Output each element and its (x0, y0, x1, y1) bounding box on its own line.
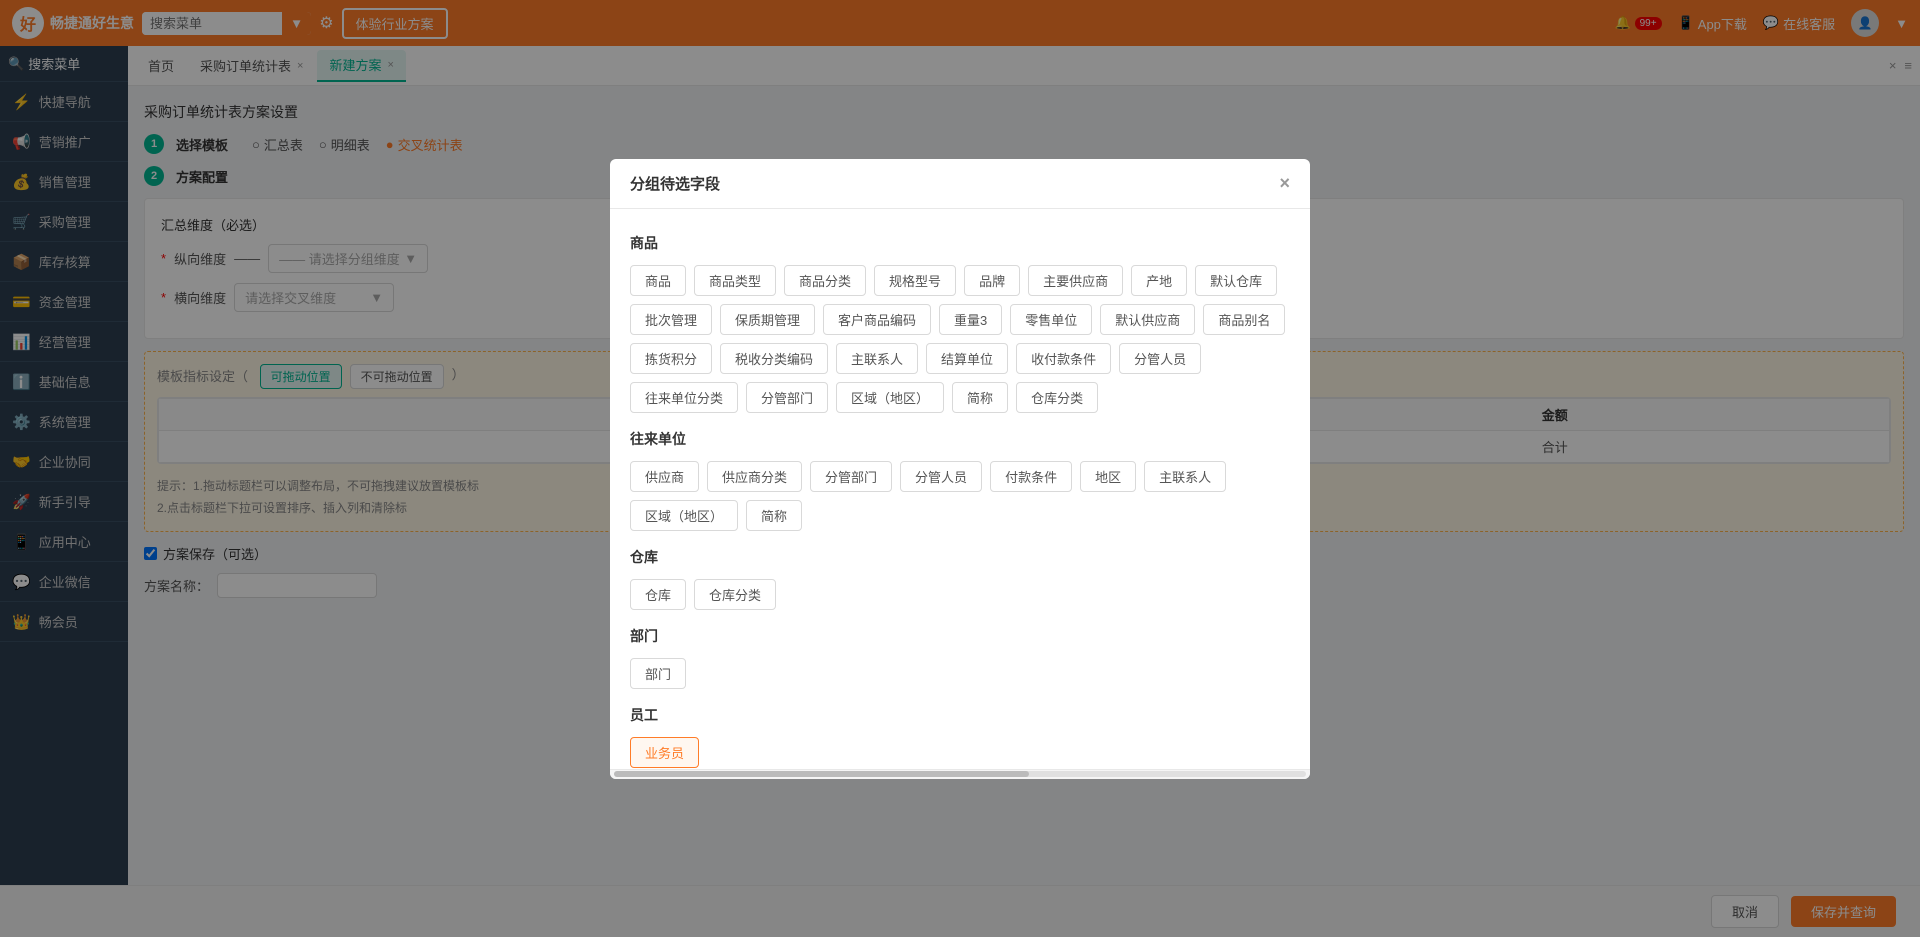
wanglai-fields: 供应商 供应商分类 分管部门 分管人员 付款条件 地区 主联系人 区域（地区） … (630, 461, 1290, 531)
field-moren-cangku[interactable]: 默认仓库 (1195, 265, 1277, 296)
section-yuangong-title: 员工 (630, 705, 1290, 725)
field-zhuyao-gongyingshang[interactable]: 主要供应商 (1028, 265, 1123, 296)
field-bumen[interactable]: 部门 (630, 658, 686, 689)
modal: 分组待选字段 × 商品 商品 商品类型 商品分类 规格型号 品牌 主要供应商 产… (610, 159, 1310, 779)
field-wanglai-fenguan-bumen[interactable]: 分管部门 (810, 461, 892, 492)
field-pinpai[interactable]: 品牌 (964, 265, 1020, 296)
section-shangpin-title: 商品 (630, 233, 1290, 253)
field-wanglai-quyu[interactable]: 区域（地区） (630, 500, 738, 531)
field-moren-gongyingshang[interactable]: 默认供应商 (1100, 304, 1195, 335)
field-fenguan-bumen[interactable]: 分管部门 (746, 382, 828, 413)
scrollbar-thumb (614, 771, 1029, 777)
cangku-fields: 仓库 仓库分类 (630, 579, 1290, 610)
field-jianhuo-jifen[interactable]: 拣货积分 (630, 343, 712, 374)
section-wanglai-title: 往来单位 (630, 429, 1290, 449)
field-jiesuan-danwei[interactable]: 结算单位 (926, 343, 1008, 374)
field-shoufukuan-tiaojian[interactable]: 收付款条件 (1016, 343, 1111, 374)
field-chandi[interactable]: 产地 (1131, 265, 1187, 296)
section-cangku-title: 仓库 (630, 547, 1290, 567)
field-shangpin-leixing[interactable]: 商品类型 (694, 265, 776, 296)
section-wanglai: 往来单位 供应商 供应商分类 分管部门 分管人员 付款条件 地区 主联系人 区域… (630, 429, 1290, 531)
modal-header: 分组待选字段 × (610, 159, 1310, 209)
field-shuishou-bianhao[interactable]: 税收分类编码 (720, 343, 828, 374)
field-wanglai-jiancheng[interactable]: 简称 (746, 500, 802, 531)
field-cangku-fenlei2[interactable]: 仓库分类 (694, 579, 776, 610)
modal-close-btn[interactable]: × (1279, 173, 1290, 194)
shangpin-fields: 商品 商品类型 商品分类 规格型号 品牌 主要供应商 产地 默认仓库 批次管理 … (630, 265, 1290, 413)
section-cangku: 仓库 仓库 仓库分类 (630, 547, 1290, 610)
field-wanglai-zhu-lianxi[interactable]: 主联系人 (1144, 461, 1226, 492)
field-baozhi-guanli[interactable]: 保质期管理 (720, 304, 815, 335)
field-pici-guanli[interactable]: 批次管理 (630, 304, 712, 335)
field-guige-xinghao[interactable]: 规格型号 (874, 265, 956, 296)
field-lingshou-danwei[interactable]: 零售单位 (1010, 304, 1092, 335)
field-fukuan-tiaojian[interactable]: 付款条件 (990, 461, 1072, 492)
bumen-fields: 部门 (630, 658, 1290, 689)
section-bumen-title: 部门 (630, 626, 1290, 646)
field-wanglai-danwei-fenlei[interactable]: 往来单位分类 (630, 382, 738, 413)
field-fenguan-renyuan[interactable]: 分管人员 (1119, 343, 1201, 374)
field-jiancheng[interactable]: 简称 (952, 382, 1008, 413)
scrollbar-track (614, 771, 1306, 777)
field-cangku[interactable]: 仓库 (630, 579, 686, 610)
field-quyu-diqu[interactable]: 区域（地区） (836, 382, 944, 413)
modal-overlay: 分组待选字段 × 商品 商品 商品类型 商品分类 规格型号 品牌 主要供应商 产… (0, 0, 1920, 937)
section-shangpin: 商品 商品 商品类型 商品分类 规格型号 品牌 主要供应商 产地 默认仓库 批次… (630, 233, 1290, 413)
modal-scrollbar[interactable] (610, 769, 1310, 779)
section-bumen: 部门 部门 (630, 626, 1290, 689)
modal-title: 分组待选字段 (630, 173, 720, 194)
field-shangpin-biecheng[interactable]: 商品别名 (1203, 304, 1285, 335)
field-gongyingshang-fenlei[interactable]: 供应商分类 (707, 461, 802, 492)
field-zhongliang3[interactable]: 重量3 (939, 304, 1002, 335)
field-zhu-lianxi[interactable]: 主联系人 (836, 343, 918, 374)
modal-body: 商品 商品 商品类型 商品分类 规格型号 品牌 主要供应商 产地 默认仓库 批次… (610, 209, 1310, 769)
field-yewuyuan[interactable]: 业务员 (630, 737, 699, 768)
yuangong-fields: 业务员 (630, 737, 1290, 768)
field-cangku-fenlei[interactable]: 仓库分类 (1016, 382, 1098, 413)
field-shangpin-fenlei[interactable]: 商品分类 (784, 265, 866, 296)
field-shangpin[interactable]: 商品 (630, 265, 686, 296)
field-diqu[interactable]: 地区 (1080, 461, 1136, 492)
field-kehu-bianhao[interactable]: 客户商品编码 (823, 304, 931, 335)
section-yuangong: 员工 业务员 (630, 705, 1290, 768)
field-wanglai-fenguan-renyuan[interactable]: 分管人员 (900, 461, 982, 492)
field-gongyingshang[interactable]: 供应商 (630, 461, 699, 492)
